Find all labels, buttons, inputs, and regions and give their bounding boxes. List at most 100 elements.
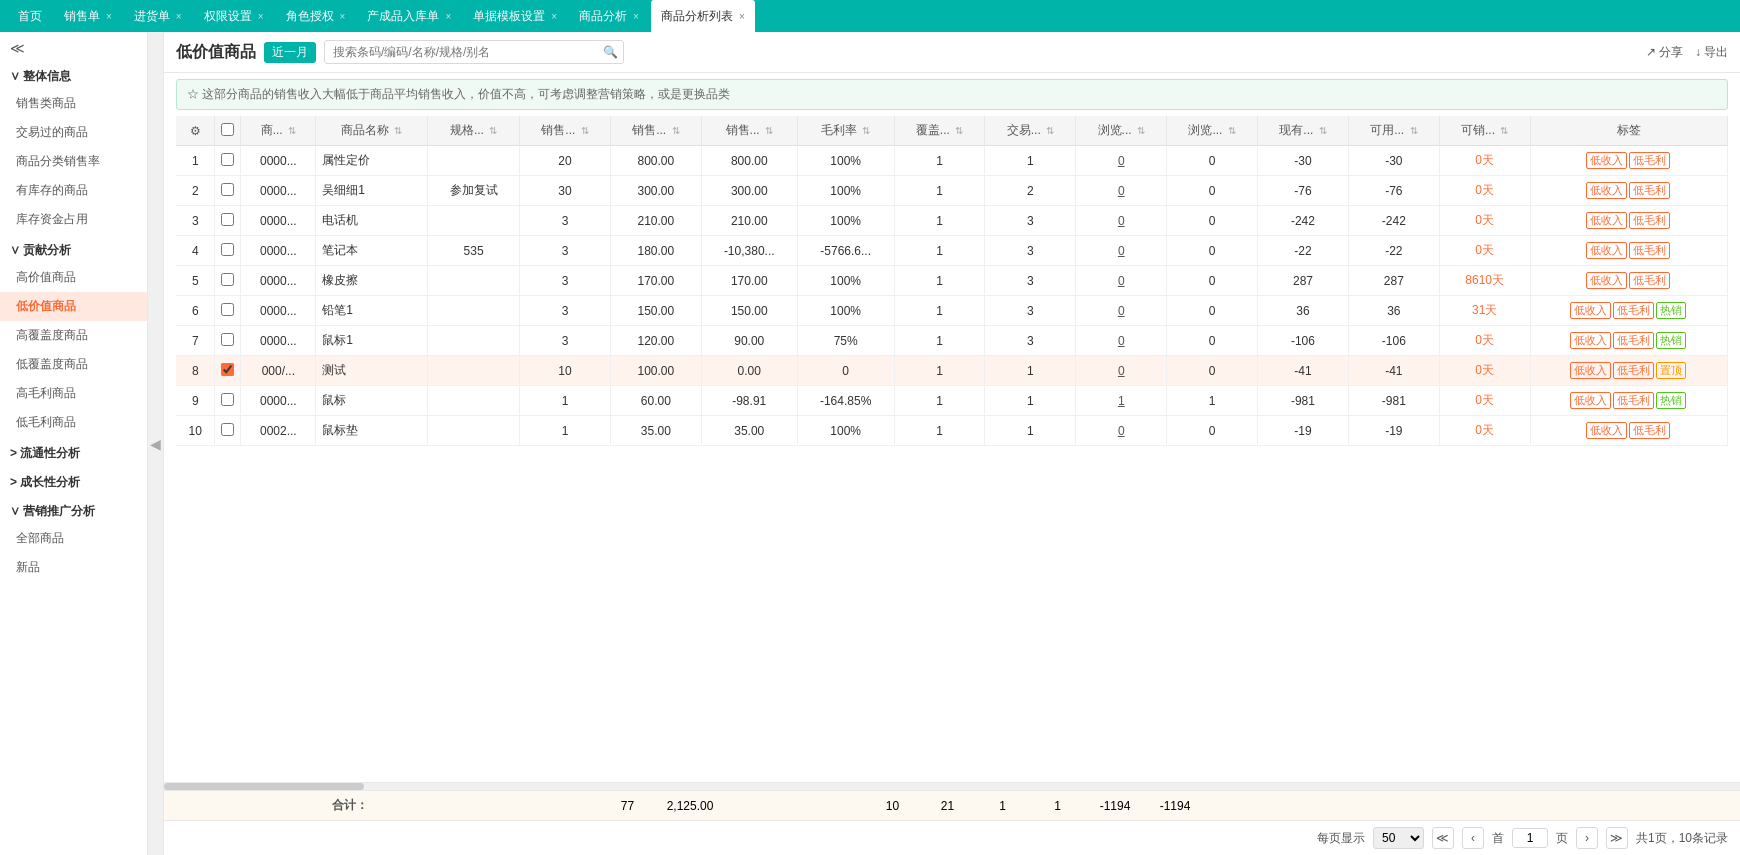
th-margin-rate[interactable]: 毛利率 ⇅: [797, 116, 894, 146]
export-button[interactable]: ↓ 导出: [1695, 44, 1728, 61]
table-wrap[interactable]: ⚙ 商... ⇅ 商品名称 ⇅ 规格... ⇅ 销售... ⇅ 销售... ⇅ …: [164, 116, 1740, 782]
next-page-btn[interactable]: ›: [1576, 827, 1598, 849]
browse-link[interactable]: 0: [1118, 214, 1125, 228]
th-trade[interactable]: 交易... ⇅: [985, 116, 1076, 146]
th-browse2[interactable]: 浏览... ⇅: [1167, 116, 1258, 146]
row-col7: 170.00: [701, 266, 797, 296]
sidebar-item-new-goods[interactable]: 新品: [0, 553, 147, 582]
sidebar-item-low-margin[interactable]: 低毛利商品: [0, 408, 147, 437]
row-checkbox[interactable]: [221, 333, 234, 346]
close-icon[interactable]: ×: [340, 11, 346, 22]
close-icon[interactable]: ×: [739, 11, 745, 22]
browse-link[interactable]: 0: [1118, 334, 1125, 348]
tag-label: 低收入: [1570, 302, 1611, 319]
nav-template[interactable]: 单据模板设置 ×: [463, 0, 567, 32]
browse-link[interactable]: 1: [1118, 394, 1125, 408]
row-col14: -242: [1348, 206, 1439, 236]
browse-link[interactable]: 0: [1118, 424, 1125, 438]
th-browse1[interactable]: 浏览... ⇅: [1076, 116, 1167, 146]
sidebar-item-low-coverage[interactable]: 低覆盖度商品: [0, 350, 147, 379]
sidebar-collapse-btn[interactable]: ≪: [0, 32, 147, 60]
nav-roles[interactable]: 角色授权 ×: [276, 0, 356, 32]
nav-analysis[interactable]: 商品分析 ×: [569, 0, 649, 32]
sidebar-item-stock-goods[interactable]: 有库存的商品: [0, 176, 147, 205]
row-checkbox[interactable]: [221, 393, 234, 406]
sidebar-item-traded-goods[interactable]: 交易过的商品: [0, 118, 147, 147]
row-checkbox[interactable]: [221, 243, 234, 256]
close-icon[interactable]: ×: [176, 11, 182, 22]
sidebar-group-flow[interactable]: > 流通性分析: [0, 437, 147, 466]
row-code: 0000...: [241, 386, 316, 416]
sidebar-item-all-goods[interactable]: 全部商品: [0, 524, 147, 553]
th-tags: 标签: [1530, 116, 1727, 146]
browse-link[interactable]: 0: [1118, 274, 1125, 288]
sidebar-collapse-arrow[interactable]: ◀: [148, 32, 164, 855]
th-coverage[interactable]: 覆盖... ⇅: [894, 116, 985, 146]
row-col10: 1: [985, 416, 1076, 446]
tag-label: 低毛利: [1613, 332, 1654, 349]
nav-sales[interactable]: 销售单 ×: [54, 0, 122, 32]
browse-link[interactable]: 0: [1118, 154, 1125, 168]
sidebar-item-high-value[interactable]: 高价值商品: [0, 263, 147, 292]
th-sales1[interactable]: 销售... ⇅: [520, 116, 611, 146]
scrollbar-thumb[interactable]: [164, 783, 364, 790]
close-icon[interactable]: ×: [106, 11, 112, 22]
th-settings[interactable]: ⚙: [176, 116, 215, 146]
row-checkbox[interactable]: [221, 273, 234, 286]
th-sales3[interactable]: 销售... ⇅: [701, 116, 797, 146]
horizontal-scrollbar[interactable]: [164, 782, 1740, 790]
sidebar-item-high-coverage[interactable]: 高覆盖度商品: [0, 321, 147, 350]
sidebar-group-growth[interactable]: > 成长性分析: [0, 466, 147, 495]
row-col14: -41: [1348, 356, 1439, 386]
th-spec[interactable]: 规格... ⇅: [428, 116, 520, 146]
browse-link[interactable]: 0: [1118, 304, 1125, 318]
sidebar-item-low-value[interactable]: 低价值商品: [0, 292, 147, 321]
time-filter-btn[interactable]: 近一月: [264, 42, 316, 63]
select-all-checkbox[interactable]: [221, 123, 234, 136]
last-page-btn[interactable]: ≫: [1606, 827, 1628, 849]
row-checkbox[interactable]: [221, 423, 234, 436]
nav-permissions[interactable]: 权限设置 ×: [194, 0, 274, 32]
search-icon[interactable]: 🔍: [603, 45, 618, 59]
page-size-select[interactable]: 50 100 200: [1373, 827, 1424, 849]
sidebar-item-category-rate[interactable]: 商品分类销售率: [0, 147, 147, 176]
th-available[interactable]: 可用... ⇅: [1348, 116, 1439, 146]
nav-products[interactable]: 产成品入库单 ×: [357, 0, 461, 32]
row-checkbox-cell: [215, 236, 241, 266]
table-row: 5 0000... 橡皮擦 3 170.00 170.00 100% 1 3 0…: [176, 266, 1728, 296]
close-icon[interactable]: ×: [633, 11, 639, 22]
first-page-btn[interactable]: ≪: [1432, 827, 1454, 849]
sidebar-item-stock-capital[interactable]: 库存资金占用: [0, 205, 147, 234]
browse-link[interactable]: 0: [1118, 184, 1125, 198]
row-name: 电话机: [316, 206, 428, 236]
close-icon[interactable]: ×: [445, 11, 451, 22]
th-saleable[interactable]: 可销... ⇅: [1439, 116, 1530, 146]
close-icon[interactable]: ×: [551, 11, 557, 22]
page-suffix: 页: [1556, 830, 1568, 847]
nav-home[interactable]: 首页: [8, 0, 52, 32]
prev-page-btn[interactable]: ‹: [1462, 827, 1484, 849]
row-checkbox[interactable]: [221, 183, 234, 196]
row-checkbox-cell: [215, 296, 241, 326]
row-checkbox[interactable]: [221, 213, 234, 226]
row-col7: -98.91: [701, 386, 797, 416]
browse-link[interactable]: 0: [1118, 244, 1125, 258]
th-name[interactable]: 商品名称 ⇅: [316, 116, 428, 146]
search-input[interactable]: [324, 40, 624, 64]
nav-purchase[interactable]: 进货单 ×: [124, 0, 192, 32]
page-input[interactable]: [1512, 828, 1548, 848]
nav-analysis-list[interactable]: 商品分析列表 ×: [651, 0, 755, 32]
sidebar-item-sales-goods[interactable]: 销售类商品: [0, 89, 147, 118]
browse-link[interactable]: 0: [1118, 364, 1125, 378]
table-row: 2 0000... 吴细细1 参加复试 30 300.00 300.00 100…: [176, 176, 1728, 206]
sidebar-item-high-margin[interactable]: 高毛利商品: [0, 379, 147, 408]
row-checkbox[interactable]: [221, 363, 234, 376]
row-checkbox[interactable]: [221, 303, 234, 316]
th-sales2[interactable]: 销售... ⇅: [610, 116, 701, 146]
share-button[interactable]: ↗ 分享: [1646, 44, 1683, 61]
row-checkbox[interactable]: [221, 153, 234, 166]
th-code[interactable]: 商... ⇅: [241, 116, 316, 146]
th-current-stock[interactable]: 现有... ⇅: [1258, 116, 1349, 146]
row-col6: 60.00: [610, 386, 701, 416]
close-icon[interactable]: ×: [258, 11, 264, 22]
